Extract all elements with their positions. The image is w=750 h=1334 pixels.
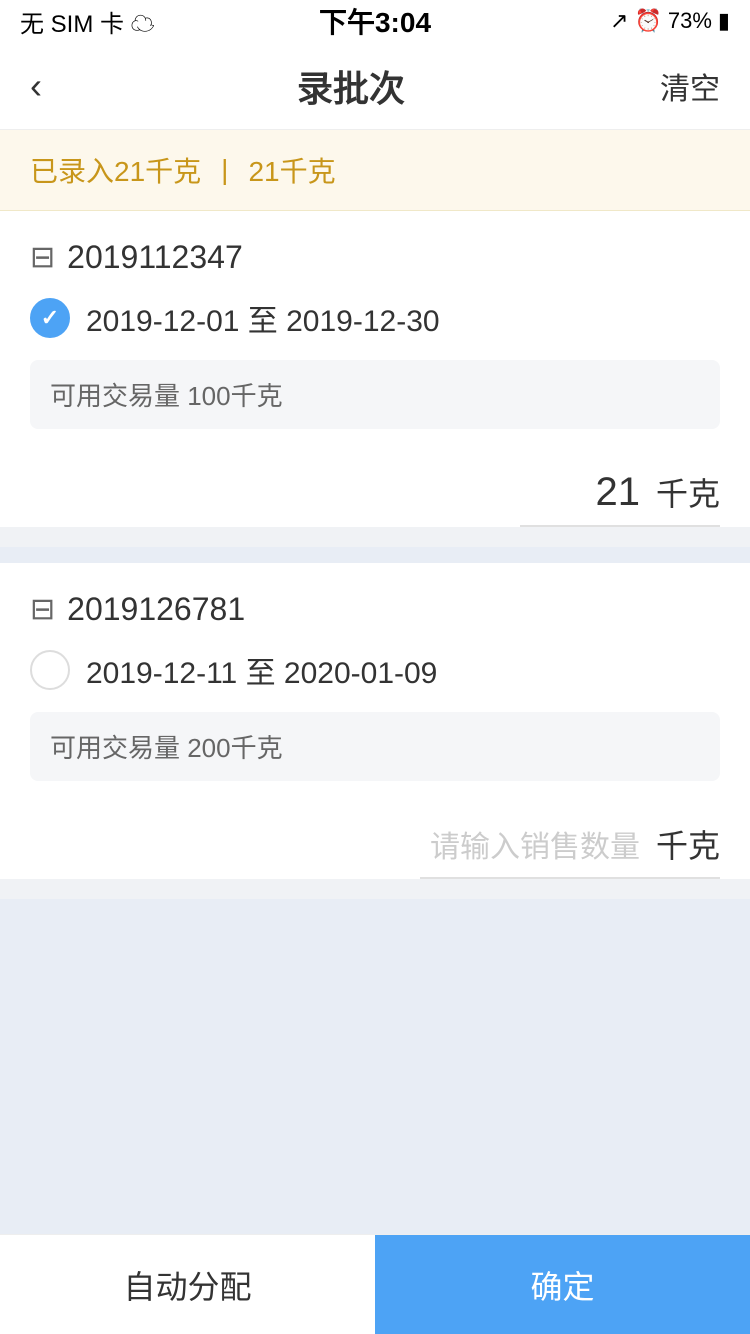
status-time: 下午3:04 <box>319 1 431 41</box>
battery-icon: ▮ <box>718 8 730 34</box>
input-unit-2: 千克 <box>656 821 720 867</box>
confirm-button[interactable]: 确定 <box>375 1235 750 1334</box>
batch-date-row-2[interactable]: 2019-12-11 至 2020-01-09 <box>0 638 750 702</box>
clear-button[interactable]: 清空 <box>660 64 720 108</box>
page-title: 录批次 <box>297 60 405 112</box>
batch-date-2: 2019-12-11 至 2020-01-09 <box>86 648 437 692</box>
recorded-amount: 已录入21千克 <box>30 150 201 190</box>
status-bar: 无 SIM 卡 ☁ 下午3:04 ↗ ⏰ 73% ▮ <box>0 0 750 42</box>
status-left: 无 SIM 卡 ☁ <box>20 4 155 39</box>
location-icon: ↗ <box>610 8 628 34</box>
batch-icon-1: ⊟ <box>30 240 55 275</box>
battery-text: 73% <box>668 8 712 34</box>
quantity-underline-1 <box>520 525 720 527</box>
nav-bar: ‹ 录批次 清空 <box>0 42 750 130</box>
quantity-value-1: 21 <box>595 470 640 515</box>
input-underline-2 <box>420 877 720 879</box>
input-row-2[interactable]: 请输入销售数量 千克 <box>0 801 750 877</box>
radio-1[interactable] <box>30 298 70 338</box>
back-button[interactable]: ‹ <box>30 65 42 107</box>
batch-id-2: 2019126781 <box>67 591 245 628</box>
batch-avail-2: 可用交易量 200千克 <box>30 712 720 781</box>
batch-header-1: ⊟ 2019112347 <box>0 211 750 286</box>
batch-header-2: ⊟ 2019126781 <box>0 563 750 638</box>
radio-2[interactable] <box>30 650 70 690</box>
batch-card-1: ⊟ 2019112347 2019-12-01 至 2019-12-30 可用交… <box>0 211 750 527</box>
batch-date-1: 2019-12-01 至 2019-12-30 <box>86 296 440 340</box>
auto-distribute-button[interactable]: 自动分配 <box>0 1235 375 1334</box>
alarm-icon: ⏰ <box>634 8 661 34</box>
quantity-unit-1: 千克 <box>656 469 720 515</box>
status-right: ↗ ⏰ 73% ▮ <box>610 8 730 34</box>
batch-id-1: 2019112347 <box>67 239 243 276</box>
batch-card-2: ⊟ 2019126781 2019-12-11 至 2020-01-09 可用交… <box>0 563 750 879</box>
bottom-bar: 自动分配 确定 <box>0 1234 750 1334</box>
section-separator <box>0 547 750 563</box>
batch-avail-1: 可用交易量 100千克 <box>30 360 720 429</box>
quantity-input-placeholder[interactable]: 请输入销售数量 <box>430 822 640 866</box>
info-banner: 已录入21千克 | 21千克 <box>0 130 750 211</box>
batch-icon-2: ⊟ <box>30 592 55 627</box>
banner-divider: | <box>221 154 228 186</box>
total-amount: 21千克 <box>248 150 335 190</box>
sim-text: 无 SIM 卡 ☁ <box>20 4 155 39</box>
quantity-row-1: 21 千克 <box>0 449 750 525</box>
batch-date-row-1[interactable]: 2019-12-01 至 2019-12-30 <box>0 286 750 350</box>
